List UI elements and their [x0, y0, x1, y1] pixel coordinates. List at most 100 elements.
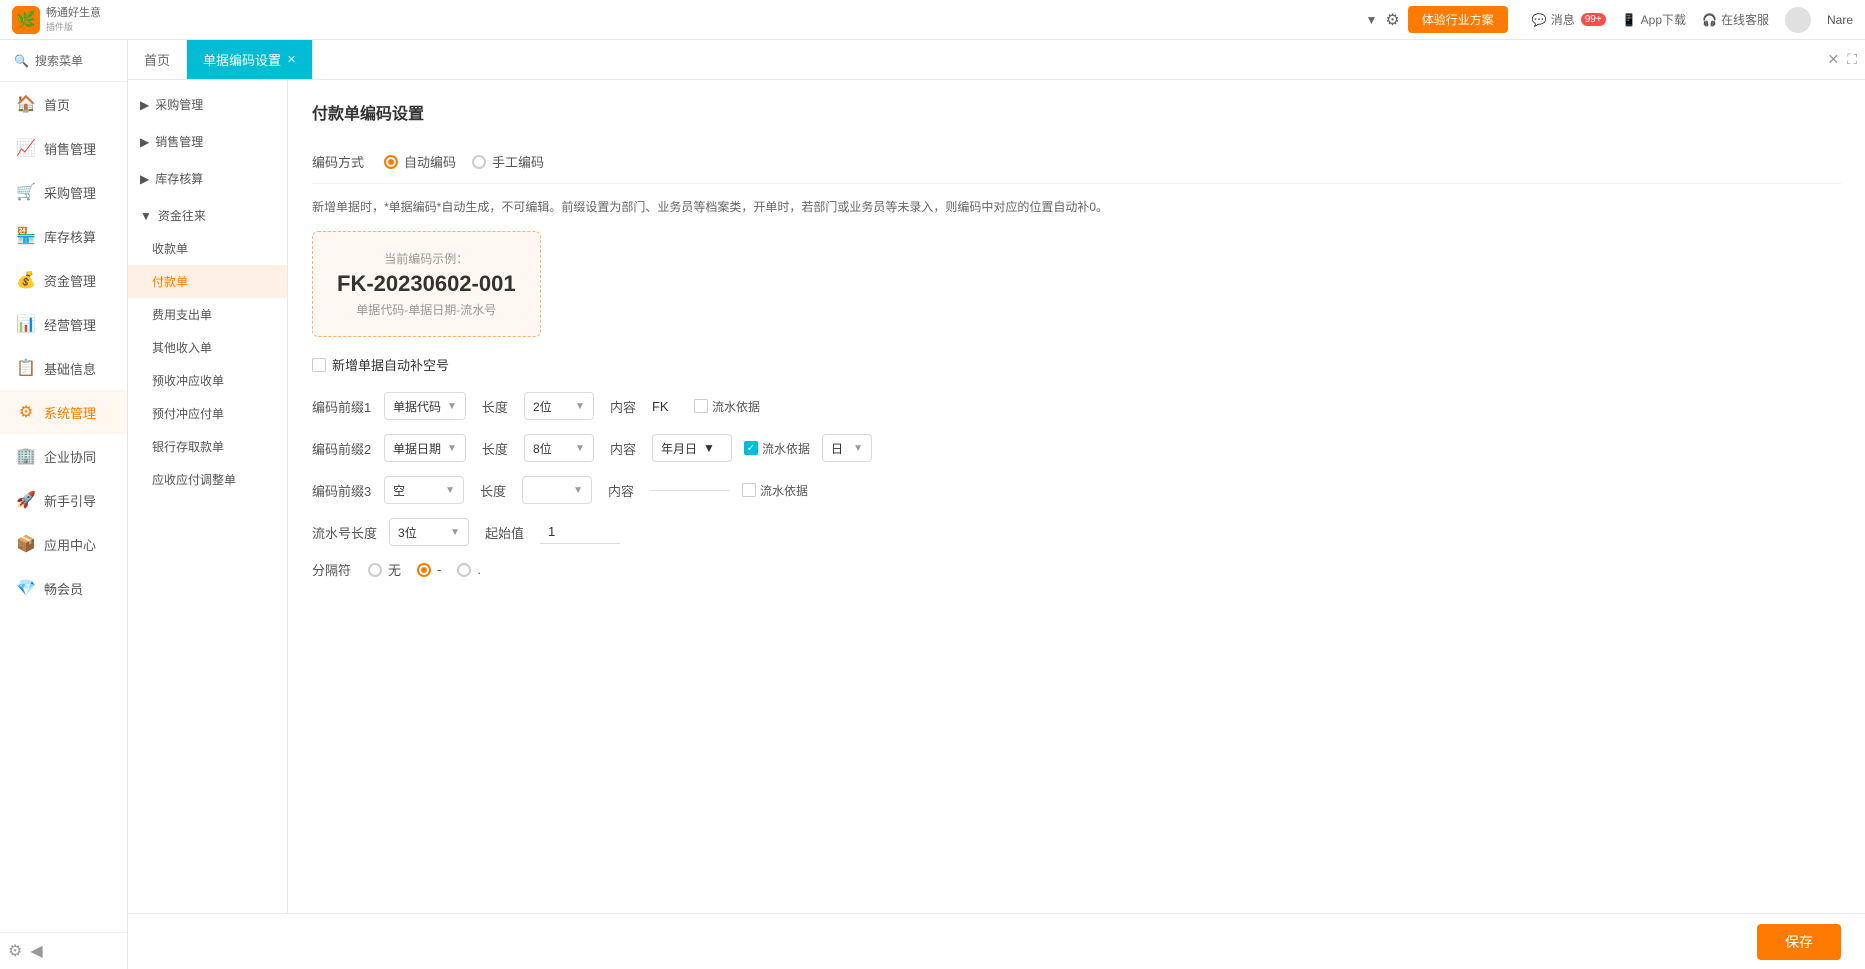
sidebar: 🔍 搜索菜单 🏠 首页 📈 销售管理 🛒 采购管理 🏪 库存核算 💰 — [0, 40, 128, 969]
auto-encoding-radio[interactable] — [384, 155, 398, 169]
sec-nav-inventory[interactable]: ▶ 库存核算 — [128, 162, 287, 195]
auto-encoding-option[interactable]: 自动编码 — [384, 152, 456, 171]
sidebar-settings-icon[interactable]: ⚙ — [8, 941, 22, 961]
prefix3-label: 编码前缀3 — [312, 481, 372, 500]
sec-nav-purchase[interactable]: ▶ 采购管理 — [128, 88, 287, 121]
sidebar-item-apps[interactable]: 📦 应用中心 — [0, 522, 127, 566]
sec-nav-payment[interactable]: 付款单 — [128, 265, 287, 298]
sidebar-label-apps: 应用中心 — [44, 535, 96, 554]
sec-nav-prepay-recv[interactable]: 预收冲应收单 — [128, 364, 287, 397]
start-value-label: 起始值 — [485, 523, 524, 542]
prefix1-waterfall-checkbox[interactable] — [694, 399, 708, 413]
sidebar-collapse-icon[interactable]: ◀ — [30, 941, 42, 961]
tab-serial-setting[interactable]: 单据编码设置 ✕ — [187, 40, 313, 79]
prefix1-value-select[interactable]: 单据代码 ▼ — [384, 392, 466, 420]
enterprise-icon: 🏢 — [16, 446, 36, 466]
prefix1-label: 编码前缀1 — [312, 397, 372, 416]
sidebar-item-enterprise[interactable]: 🏢 企业协同 — [0, 434, 127, 478]
sidebar-item-guide[interactable]: 🚀 新手引导 — [0, 478, 127, 522]
serial-length-select[interactable]: 3位 ▼ — [389, 518, 469, 546]
sidebar-item-sales[interactable]: 📈 销售管理 — [0, 126, 127, 170]
encoding-type-row: 编码方式 自动编码 手工编码 — [312, 140, 1841, 184]
sec-nav-finance[interactable]: ▼ 资金往来 — [128, 199, 287, 232]
preview-sub: 单据代码-单据日期-流水号 — [356, 301, 496, 318]
avatar[interactable] — [1785, 7, 1811, 33]
right-actions: 💬 消息 99+ 📱 App下载 🎧 在线客服 Nare — [1532, 7, 1853, 33]
sec-nav-adjust[interactable]: 应收应付调整单 — [128, 463, 287, 496]
tab-close-btn[interactable]: ✕ — [1827, 51, 1839, 68]
sep-dot-radio[interactable] — [457, 563, 471, 577]
sep-dash-label: - — [437, 562, 441, 577]
sep-dash-option[interactable]: - — [417, 562, 441, 577]
prefix2-length-label: 长度 — [482, 439, 508, 458]
serial-length-arrow: ▼ — [450, 527, 460, 538]
workspace-dropdown[interactable]: ▼ — [1366, 13, 1378, 27]
manual-encoding-radio[interactable] — [472, 155, 486, 169]
sidebar-search[interactable]: 🔍 搜索菜单 — [0, 40, 127, 82]
prefix2-arrow: ▼ — [447, 443, 457, 454]
preview-label: 当前编码示例： — [384, 250, 468, 267]
sep-none-radio[interactable] — [368, 563, 382, 577]
sec-nav-bank[interactable]: 银行存取款单 — [128, 430, 287, 463]
tab-actions: ✕ ⛶ — [1819, 40, 1865, 79]
sidebar-item-home[interactable]: 🏠 首页 — [0, 82, 127, 126]
sidebar-item-basic[interactable]: 📋 基础信息 — [0, 346, 127, 390]
finance-icon: 💰 — [16, 270, 36, 290]
serial-length-label: 流水号长度 — [312, 523, 377, 542]
sidebar-item-membership[interactable]: 💎 畅会员 — [0, 566, 127, 610]
sec-nav-expense[interactable]: 费用支出单 — [128, 298, 287, 331]
search-menu-btn[interactable]: 🔍 搜索菜单 — [8, 48, 119, 73]
trial-button[interactable]: 体验行业方案 — [1408, 6, 1508, 33]
sep-none-option[interactable]: 无 — [368, 560, 401, 579]
start-value-input[interactable]: 1 — [540, 520, 620, 544]
sep-dash-radio[interactable] — [417, 563, 431, 577]
search-menu-label: 搜索菜单 — [35, 52, 83, 69]
sidebar-item-system[interactable]: ⚙ 系统管理 — [0, 390, 127, 434]
prefix3-value-select[interactable]: 空 ▼ — [384, 476, 464, 504]
manual-encoding-option[interactable]: 手工编码 — [472, 152, 544, 171]
manual-encoding-label: 手工编码 — [492, 152, 544, 171]
message-action[interactable]: 💬 消息 99+ — [1532, 11, 1606, 28]
prefix1-length-select[interactable]: 2位 ▼ — [524, 392, 594, 420]
separator-row: 分隔符 无 - . — [312, 560, 1841, 579]
prefix3-waterfall-checkbox[interactable] — [742, 483, 756, 497]
settings-icon[interactable]: ⚙ — [1385, 10, 1399, 30]
form-area: 付款单编码设置 编码方式 自动编码 手工编码 — [288, 80, 1865, 913]
sidebar-label-membership: 畅会员 — [44, 579, 83, 598]
page-content: ▶ 采购管理 ▶ 销售管理 ▶ 库存核算 — [128, 80, 1865, 913]
sep-dot-option[interactable]: . — [457, 562, 481, 577]
prefix2-period-select[interactable]: 日 ▼ — [822, 434, 872, 462]
tab-expand-btn[interactable]: ⛶ — [1847, 51, 1857, 68]
sec-nav-sales[interactable]: ▶ 销售管理 — [128, 125, 287, 158]
prefix2-value-select[interactable]: 单据日期 ▼ — [384, 434, 466, 462]
sidebar-item-purchase[interactable]: 🛒 采购管理 — [0, 170, 127, 214]
tab-home[interactable]: 首页 — [128, 40, 187, 79]
code-preview-box: 当前编码示例： FK-20230602-001 单据代码-单据日期-流水号 — [312, 231, 541, 337]
app-download-action[interactable]: 📱 App下载 — [1622, 11, 1686, 28]
sec-nav-finance-arrow: ▼ — [140, 209, 152, 223]
sidebar-item-finance[interactable]: 💰 资金管理 — [0, 258, 127, 302]
sales-icon: 📈 — [16, 138, 36, 158]
app-download-icon: 📱 — [1622, 13, 1637, 27]
prefix2-waterfall-checkbox[interactable]: ✓ — [744, 441, 758, 455]
prefix2-length-select[interactable]: 8位 ▼ — [524, 434, 594, 462]
prefix2-content-select[interactable]: 年月日 ▼ — [652, 434, 732, 462]
auto-fill-checkbox[interactable] — [312, 358, 326, 372]
sidebar-item-operations[interactable]: 📊 经营管理 — [0, 302, 127, 346]
prefix3-length-select[interactable]: ▼ — [522, 476, 592, 504]
sec-nav-prepay-pay[interactable]: 预付冲应付单 — [128, 397, 287, 430]
sec-nav-other-income[interactable]: 其他收入单 — [128, 331, 287, 364]
tab-serial-label: 单据编码设置 — [203, 50, 281, 69]
prefix1-waterfall[interactable]: 流水依据 — [694, 398, 760, 415]
prefix3-row: 编码前缀3 空 ▼ 长度 ▼ 内容 流水依据 — [312, 476, 1841, 504]
customer-service-action[interactable]: 🎧 在线客服 — [1702, 11, 1769, 28]
tab-close-icon[interactable]: ✕ — [287, 53, 296, 66]
sidebar-label-enterprise: 企业协同 — [44, 447, 96, 466]
sidebar-label-inventory: 库存核算 — [44, 227, 96, 246]
sidebar-item-inventory[interactable]: 🏪 库存核算 — [0, 214, 127, 258]
sec-nav-receipt[interactable]: 收款单 — [128, 232, 287, 265]
save-button[interactable]: 保存 — [1757, 924, 1841, 960]
sec-nav-purchase-label: 采购管理 — [155, 96, 203, 113]
prefix3-length-arrow: ▼ — [573, 485, 583, 496]
app-badge: 插件版 — [46, 20, 101, 33]
